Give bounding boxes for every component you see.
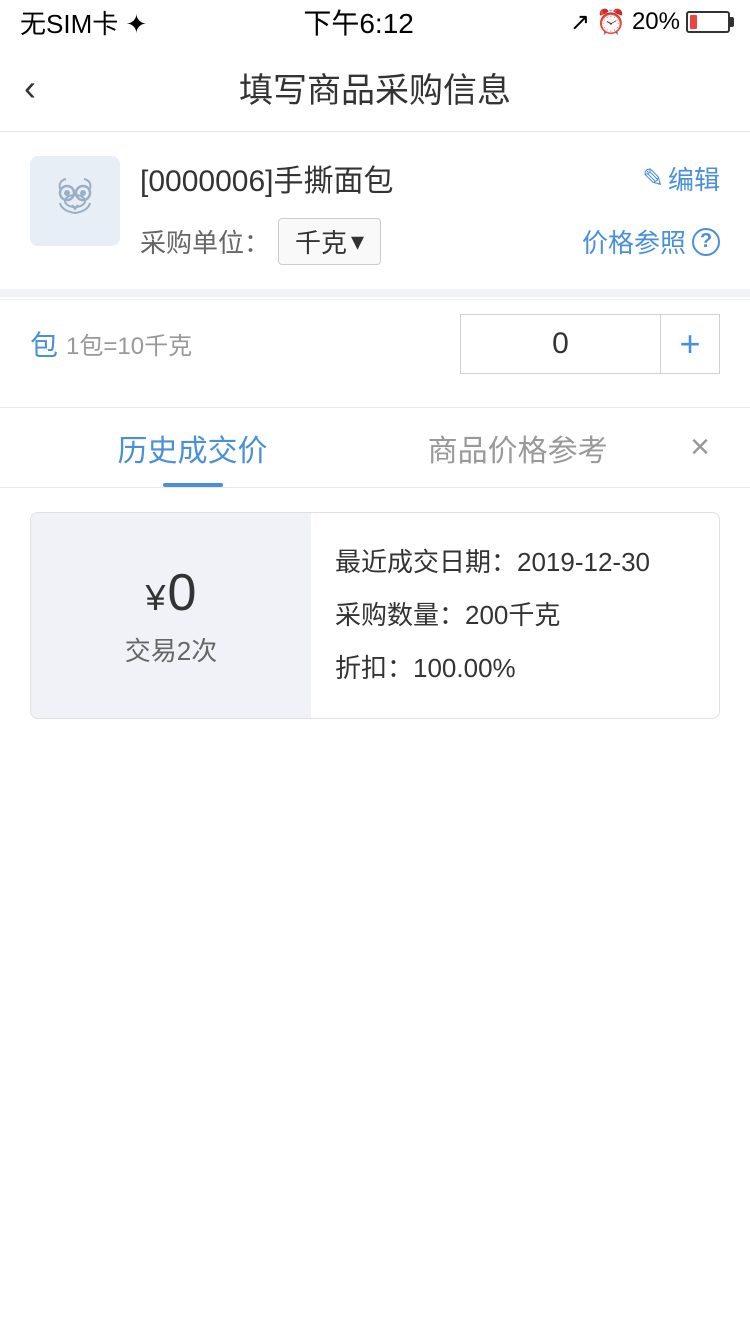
unit-label: 采购单位： 千克 ▾ [140,218,381,265]
product-thumbnail [30,156,120,246]
purchase-qty-value: 200千克 [465,600,560,630]
tab-price-reference[interactable]: 商品价格参考 [355,408,680,487]
price-ref-label: 价格参照 [582,223,686,260]
tab-history-price[interactable]: 历史成交价 [30,408,355,487]
product-info: [0000006]手撕面包 ✎ 编辑 采购单位： 千克 ▾ 价格参照 ? [140,156,720,265]
battery-percent: 20% [632,8,680,36]
product-card: [0000006]手撕面包 ✎ 编辑 采购单位： 千克 ▾ 价格参照 ? [0,132,750,289]
tab-history-label: 历史成交价 [118,426,268,470]
status-carrier: 无SIM卡 ✦ [20,4,147,41]
package-icon-label: 包 [30,324,58,364]
purchase-qty-label: 采购数量： [335,600,465,630]
quantity-input-group: + [460,314,720,374]
price-reference-button[interactable]: 价格参照 ? [582,223,720,260]
carrier-text: 无SIM卡 ✦ [20,4,147,41]
plus-icon: + [679,323,700,365]
back-button[interactable]: ‹ [24,67,36,109]
history-details: 最近成交日期：2019-12-30 采购数量：200千克 折扣：100.00% [311,513,719,718]
history-tab-content: ¥0 交易2次 最近成交日期：2019-12-30 采购数量：200千克 折扣：… [0,488,750,743]
tabs-close-button[interactable]: × [680,418,720,477]
history-price-summary: ¥0 交易2次 [31,513,311,718]
recent-date-value: 2019-12-30 [517,547,650,577]
discount-value: 100.00% [413,653,516,683]
status-time: 下午6:12 [303,2,414,42]
purchase-qty-row: 采购数量：200千克 [335,596,695,635]
product-image-placeholder [50,171,100,231]
main-content: [0000006]手撕面包 ✎ 编辑 采购单位： 千克 ▾ 价格参照 ? [0,132,750,1334]
edit-icon: ✎ [642,163,664,194]
edit-button[interactable]: ✎ 编辑 [642,160,720,197]
history-price-value: ¥0 [146,563,197,623]
quantity-input[interactable] [460,314,660,374]
quantity-plus-button[interactable]: + [660,314,720,374]
alarm-icon: ⏰ [596,8,626,37]
currency-symbol: ¥ [146,577,166,618]
edit-label: 编辑 [668,160,720,197]
recent-date-label: 最近成交日期： [335,547,517,577]
navigation-icon: ↗ [570,8,590,37]
unit-select-dropdown[interactable]: 千克 ▾ [278,218,381,265]
product-unit-row: 采购单位： 千克 ▾ 价格参照 ? [140,218,720,265]
discount-row: 折扣：100.00% [335,649,695,688]
discount-label: 折扣： [335,653,413,683]
package-conversion: 1包=10千克 [66,326,192,361]
tab-price-ref-label: 商品价格参考 [428,426,608,470]
close-icon: × [690,428,710,466]
unit-label-text: 采购单位： [140,223,270,260]
quantity-row: 包 1包=10千克 + [0,299,750,387]
product-name: [0000006]手撕面包 [140,156,393,200]
tabs-header: 历史成交价 商品价格参考 × [0,408,750,488]
quantity-label: 包 1包=10千克 [30,324,192,364]
price-number: 0 [168,564,197,622]
history-trades-count: 交易2次 [125,631,217,668]
recent-date-row: 最近成交日期：2019-12-30 [335,543,695,582]
status-right-icons: ↗ ⏰ 20% [570,8,730,37]
section-divider [0,289,750,297]
unit-value: 千克 [295,223,347,260]
product-header: [0000006]手撕面包 ✎ 编辑 [140,156,720,200]
history-card: ¥0 交易2次 最近成交日期：2019-12-30 采购数量：200千克 折扣：… [30,512,720,719]
dropdown-arrow-icon: ▾ [351,226,364,257]
tabs-container: 历史成交价 商品价格参考 × ¥0 交易2次 最近成交日期：20 [0,407,750,743]
nav-bar: ‹ 填写商品采购信息 [0,44,750,132]
battery-icon [686,11,730,33]
page-title: 填写商品采购信息 [239,63,511,112]
status-bar: 无SIM卡 ✦ 下午6:12 ↗ ⏰ 20% [0,0,750,44]
info-icon[interactable]: ? [692,228,720,256]
